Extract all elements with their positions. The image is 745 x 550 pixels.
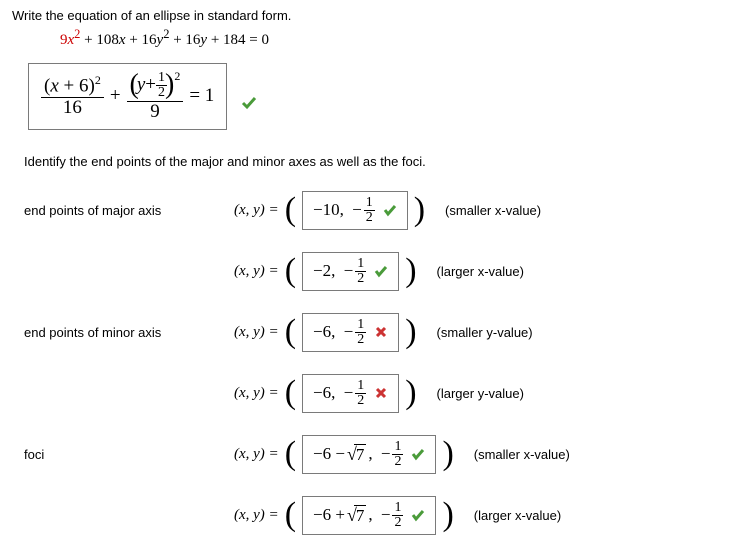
hint-smaller-x: (smaller x-value)	[474, 447, 570, 462]
hint-smaller-y: (smaller y-value)	[437, 325, 533, 340]
xy-label: (x, y) =	[234, 263, 279, 280]
minor-smaller-row: end points of minor axis (x, y) = ( −6, …	[12, 313, 733, 352]
foci-smaller-answer[interactable]: −6 − 7 , − 12	[302, 435, 436, 474]
foci-label: foci	[24, 447, 234, 462]
check-icon	[411, 447, 425, 461]
foci-larger-row: (x, y) = ( −6 + 7 , − 12 ) (larger x-val…	[12, 496, 733, 535]
standard-form-answer[interactable]: (x + 6)2 16 + (y + 12)2 9 = 1	[28, 63, 227, 130]
xy-label: (x, y) =	[234, 202, 279, 219]
hint-larger-x: (larger x-value)	[474, 508, 561, 523]
major-label: end points of major axis	[24, 203, 234, 218]
xy-label: (x, y) =	[234, 324, 279, 341]
major-smaller-answer[interactable]: −10, − 12	[302, 191, 408, 230]
hint-smaller-x: (smaller x-value)	[445, 203, 541, 218]
xy-label: (x, y) =	[234, 507, 279, 524]
check-icon	[241, 95, 257, 111]
minor-label: end points of minor axis	[24, 325, 234, 340]
check-icon	[374, 264, 388, 278]
hint-larger-y: (larger y-value)	[437, 386, 524, 401]
major-smaller-row: end points of major axis (x, y) = ( −10,…	[12, 191, 733, 230]
foci-smaller-row: foci (x, y) = ( −6 − 7 , − 12 ) (smaller…	[12, 435, 733, 474]
xy-label: (x, y) =	[234, 446, 279, 463]
foci-larger-answer[interactable]: −6 + 7 , − 12	[302, 496, 436, 535]
minor-smaller-answer[interactable]: −6, − 12	[302, 313, 399, 352]
hint-larger-x: (larger x-value)	[437, 264, 524, 279]
minor-larger-answer[interactable]: −6, − 12	[302, 374, 399, 413]
xy-label: (x, y) =	[234, 385, 279, 402]
cross-icon	[374, 386, 388, 400]
given-equation: 9x2 + 108x + 16y2 + 16y + 184 = 0	[12, 27, 733, 49]
prompt-text: Write the equation of an ellipse in stan…	[12, 8, 733, 23]
minor-larger-row: (x, y) = ( −6, − 12 ) (larger y-value)	[12, 374, 733, 413]
major-larger-answer[interactable]: −2, − 12	[302, 252, 399, 291]
cross-icon	[374, 325, 388, 339]
check-icon	[383, 203, 397, 217]
check-icon	[411, 508, 425, 522]
major-larger-row: (x, y) = ( −2, − 12 ) (larger x-value)	[12, 252, 733, 291]
identify-prompt: Identify the end points of the major and…	[24, 154, 733, 169]
